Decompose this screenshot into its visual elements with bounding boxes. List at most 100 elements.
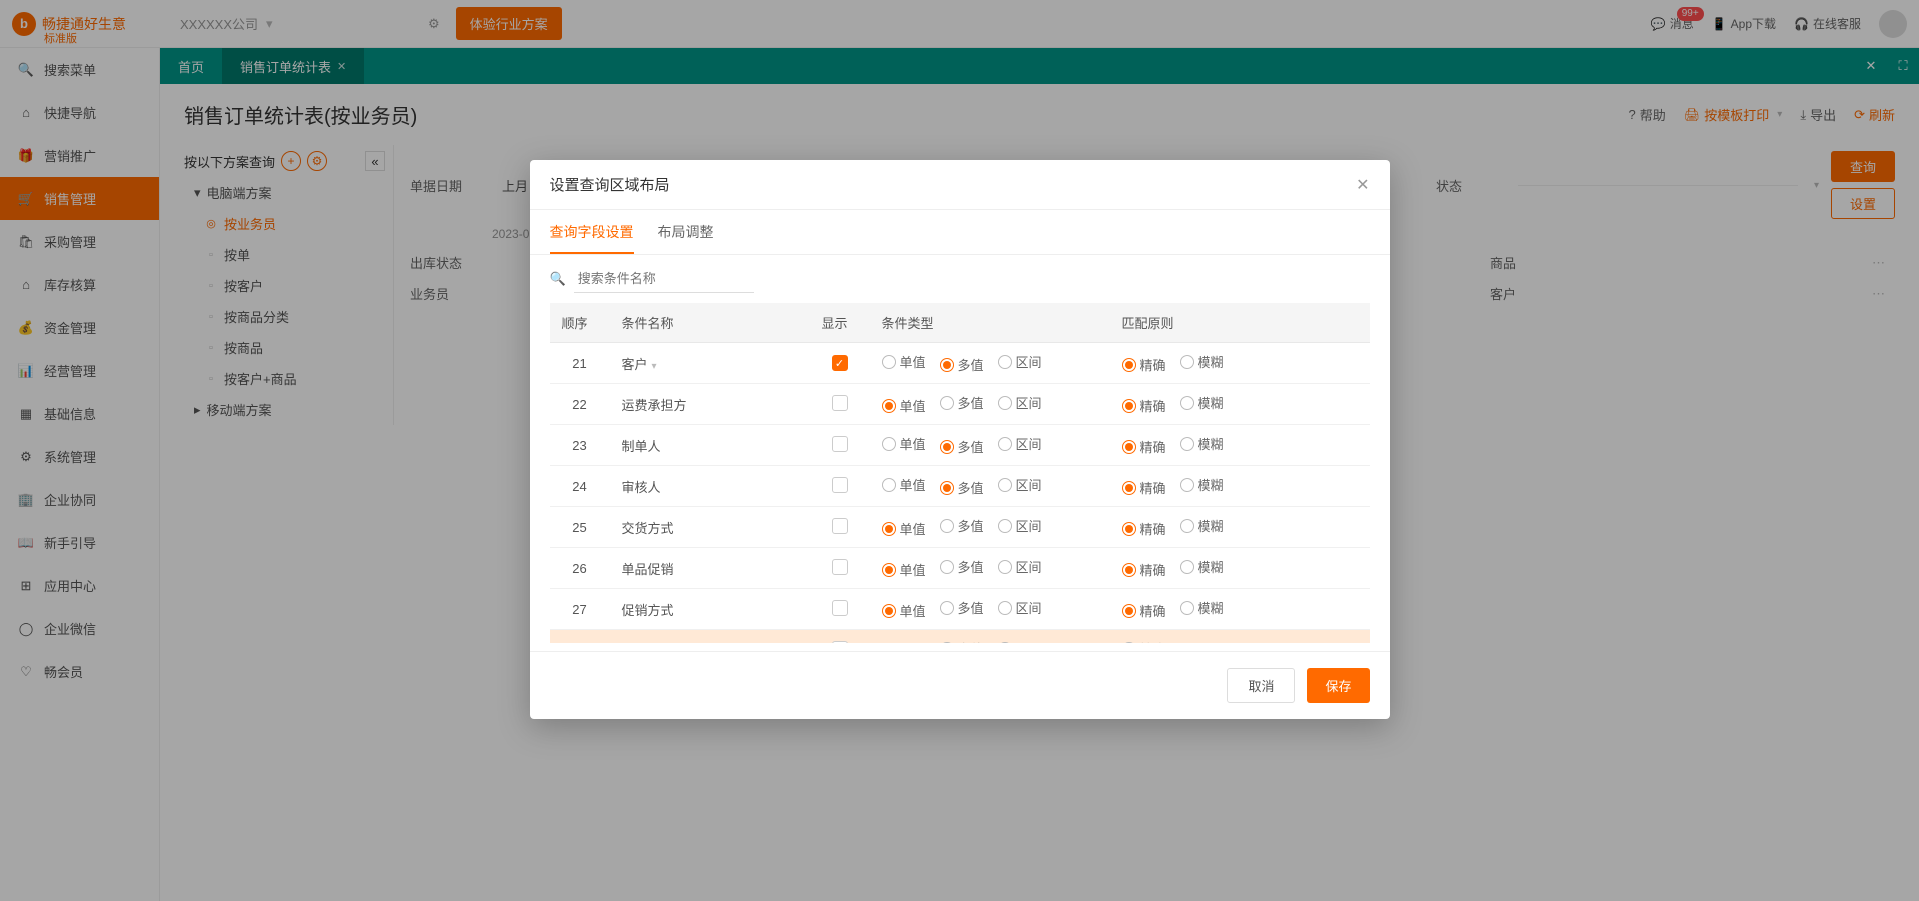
radio-multi[interactable]: 多值 [940,393,984,412]
cell-seq: 21 [550,343,610,384]
cell-type: 单值多值区间 [870,466,1110,507]
show-checkbox[interactable] [832,477,848,493]
cell-type: 单值多值区间 [870,425,1110,466]
cell-name: 促销方式 [610,589,810,630]
radio-single[interactable]: 单值 [882,560,926,579]
radio-exact[interactable]: 精确 [1122,639,1166,643]
modal-header: 设置查询区域布局 ✕ [530,160,1390,210]
radio-multi[interactable]: 多值 [940,516,984,535]
radio-range[interactable]: 区间 [998,475,1042,494]
table-row[interactable]: 26单品促销单值多值区间精确模糊 [550,548,1370,589]
modal-footer: 取消 保存 [530,651,1390,719]
radio-fuzzy[interactable]: 模糊 [1180,516,1224,535]
modal-tab-layout[interactable]: 布局调整 [658,222,714,254]
cell-type: 单值多值区间 [870,548,1110,589]
radio-single[interactable]: 单值 [882,601,926,620]
radio-range[interactable]: 区间 [998,352,1042,371]
show-checkbox[interactable] [832,518,848,534]
radio-exact[interactable]: 精确 [1122,437,1166,456]
modal-body: 顺序 条件名称 显示 条件类型 匹配原则 21客户▾✓单值多值区间精确模糊22运… [530,303,1390,643]
cell-match: 精确模糊 [1110,384,1370,425]
radio-range[interactable]: 区间 [998,516,1042,535]
fields-table: 顺序 条件名称 显示 条件类型 匹配原则 21客户▾✓单值多值区间精确模糊22运… [550,303,1370,643]
cell-seq: 25 [550,507,610,548]
cell-seq: 22 [550,384,610,425]
cell-seq: 23 [550,425,610,466]
table-row[interactable]: 21客户▾ ✓ 单值多值区间 精确模糊 [550,343,1370,384]
radio-multi[interactable]: 多值 [940,355,984,374]
radio-multi[interactable]: 多值 [940,557,984,576]
radio-fuzzy[interactable]: 模糊 [1180,557,1224,576]
radio-range[interactable]: 区间 [998,557,1042,576]
cell-show [810,425,870,466]
radio-fuzzy[interactable]: 模糊 [1180,598,1224,617]
cell-show [810,630,870,644]
radio-single[interactable]: 单值 [882,396,926,415]
radio-exact[interactable]: 精确 [1122,478,1166,497]
cell-match: 精确模糊 [1110,630,1370,644]
save-button[interactable]: 保存 [1307,668,1369,703]
cell-match: 精确模糊 [1110,425,1370,466]
radio-fuzzy[interactable]: 模糊 [1180,642,1224,643]
table-row[interactable]: 25交货方式单值多值区间精确模糊 [550,507,1370,548]
cell-show [810,589,870,630]
cell-type: 单值多值区间 [870,507,1110,548]
radio-multi[interactable]: 多值 [940,598,984,617]
radio-multi[interactable]: 多值 [940,639,984,643]
cell-type: 单值多值区间 [870,589,1110,630]
table-scroll[interactable]: 顺序 条件名称 显示 条件类型 匹配原则 21客户▾✓单值多值区间精确模糊22运… [550,303,1370,643]
radio-exact[interactable]: 精确 [1122,396,1166,415]
th-seq: 顺序 [550,303,610,343]
show-checkbox[interactable] [832,641,848,644]
radio-exact[interactable]: 精确 [1122,601,1166,620]
radio-range[interactable]: 区间 [998,393,1042,412]
radio-multi[interactable]: 多值 [940,478,984,497]
radio-range[interactable]: 区间 [998,434,1042,453]
th-type: 条件类型 [870,303,1110,343]
cell-name: 审核人 [610,466,810,507]
cell-show [810,548,870,589]
cell-name: 单品促销 [610,548,810,589]
radio-fuzzy[interactable]: 模糊 [1180,434,1224,453]
table-row[interactable]: 22运费承担方单值多值区间精确模糊 [550,384,1370,425]
cell-match: 精确模糊 [1110,343,1370,384]
table-row[interactable]: 28外部单号单值多值区间精确模糊 [550,630,1370,644]
show-checkbox[interactable] [832,395,848,411]
table-row[interactable]: 27促销方式单值多值区间精确模糊 [550,589,1370,630]
radio-exact[interactable]: 精确 [1122,560,1166,579]
show-checkbox[interactable]: ✓ [832,355,848,371]
modal-tab-fields[interactable]: 查询字段设置 [550,222,634,254]
modal-close-button[interactable]: ✕ [1356,175,1369,195]
radio-single[interactable]: 单值 [882,352,926,371]
radio-fuzzy[interactable]: 模糊 [1180,475,1224,494]
radio-single[interactable]: 单值 [882,642,926,643]
table-row[interactable]: 24审核人单值多值区间精确模糊 [550,466,1370,507]
radio-single[interactable]: 单值 [882,475,926,494]
cell-match: 精确模糊 [1110,589,1370,630]
radio-exact[interactable]: 精确 [1122,355,1166,374]
show-checkbox[interactable] [832,600,848,616]
show-checkbox[interactable] [832,436,848,452]
cell-show [810,507,870,548]
cell-show [810,466,870,507]
th-match: 匹配原则 [1110,303,1370,343]
radio-multi[interactable]: 多值 [940,437,984,456]
radio-exact[interactable]: 精确 [1122,519,1166,538]
cell-name: 交货方式 [610,507,810,548]
radio-fuzzy[interactable]: 模糊 [1180,393,1224,412]
radio-range[interactable]: 区间 [998,598,1042,617]
cell-name: 客户▾ [610,343,810,384]
chevron-down-icon[interactable]: ▾ [652,361,657,372]
radio-single[interactable]: 单值 [882,519,926,538]
cell-seq: 24 [550,466,610,507]
radio-fuzzy[interactable]: 模糊 [1180,352,1224,371]
cell-type: 单值 多值 区间 [870,630,1110,644]
cancel-button[interactable]: 取消 [1227,668,1295,703]
modal-tabs: 查询字段设置 布局调整 [530,210,1390,255]
th-name: 条件名称 [610,303,810,343]
search-input[interactable] [574,265,754,293]
table-row[interactable]: 23制单人单值多值区间精确模糊 [550,425,1370,466]
radio-single[interactable]: 单值 [882,434,926,453]
show-checkbox[interactable] [832,559,848,575]
radio-range[interactable]: 区间 [998,639,1042,643]
